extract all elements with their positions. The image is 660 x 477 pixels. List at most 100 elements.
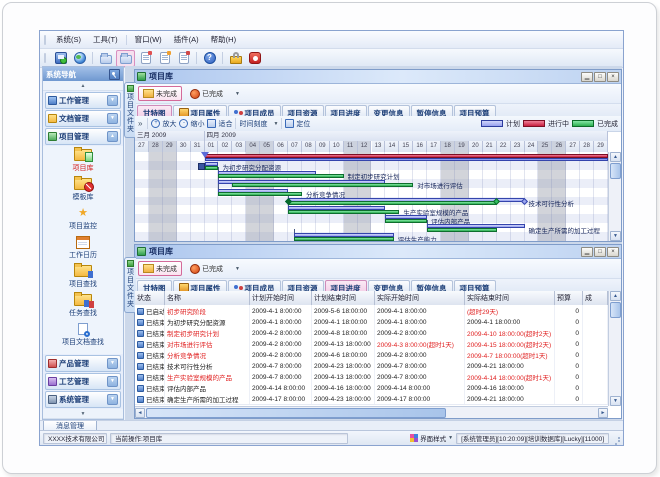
column-header-状态[interactable]: 状态 (135, 291, 165, 305)
table-vscrollbar[interactable]: ▲▼ (608, 291, 621, 406)
pin-icon[interactable] (109, 69, 120, 80)
gantt-bar-actual[interactable] (205, 166, 219, 170)
column-header-计划结束时间[interactable]: 计划结束时间 (312, 291, 375, 305)
gantt-bar-actual[interactable] (218, 192, 301, 196)
gantt-bar-plan[interactable] (205, 158, 608, 161)
sidebar-item-项目监控[interactable]: ★项目监控 (43, 204, 123, 233)
chevron-down-icon[interactable]: ▼ (107, 113, 118, 124)
maximize-button[interactable]: □ (594, 72, 606, 82)
close-button[interactable]: × (607, 247, 619, 257)
sidebar-item-任务查找[interactable]: 任务查找 (43, 291, 123, 320)
gantt-bar-actual[interactable] (288, 201, 497, 205)
sidebar-item-项目查找[interactable]: 项目查找 (43, 262, 123, 291)
menu-item[interactable]: 插件(A) (168, 33, 205, 46)
zoom-in-icon-button[interactable]: +放大 (151, 119, 176, 129)
column-header-实际开始时间[interactable]: 实际开始时间 (375, 291, 465, 305)
sidebar-group-系统管理[interactable]: 系统管理▼ (45, 391, 121, 408)
close-button[interactable]: × (607, 72, 619, 82)
interface-style-label: 界面样式 (420, 433, 446, 443)
column-header-预算[interactable]: 预算 (555, 291, 583, 305)
web-button[interactable] (71, 51, 88, 66)
menu-item[interactable]: 帮助(H) (205, 33, 242, 46)
table-hscrollbar[interactable]: ◄► (135, 406, 608, 418)
overflow-chevron[interactable]: » (138, 119, 142, 128)
sidebar-item-项目文档查找[interactable]: 项目文档查找 (43, 320, 123, 349)
sidebar-item-项目库[interactable]: 项目库 (43, 146, 123, 175)
column-header-实际结束时间[interactable]: 实际结束时间 (465, 291, 555, 305)
sidebar-group-工艺管理[interactable]: 工艺管理▼ (45, 373, 121, 390)
gi-doc-icon (48, 114, 57, 123)
zoom-out-icon-button[interactable]: -缩小 (179, 119, 204, 129)
gantt-bar-actual[interactable] (385, 219, 427, 223)
filter-未完成[interactable]: 未完成 (138, 86, 182, 101)
help-button[interactable]: ? (201, 51, 218, 66)
sidebar-item-模板库[interactable]: 模板库 (43, 175, 123, 204)
sidebar-header[interactable]: 系统导航 (43, 67, 123, 81)
panel-title-bar[interactable]: 项目库▁□× (135, 70, 621, 84)
new-window-button[interactable] (52, 51, 69, 66)
sidebar-item-工作日历[interactable]: 工作日历 (43, 233, 123, 262)
table-row[interactable]: 已结束确定生产所需的加工过程2009-4-17 8:00:002009-4-23… (135, 393, 608, 405)
gantt-bar-actual[interactable] (427, 228, 497, 232)
scroll-thumb[interactable] (610, 163, 621, 179)
filter-已完成[interactable]: 已完成 (185, 86, 228, 101)
button-button[interactable]: 时间刻度▼ (239, 119, 278, 129)
folder-closed-button[interactable] (97, 51, 114, 66)
menu-grip[interactable] (44, 35, 46, 45)
chevron-down-icon[interactable]: ▼ (107, 95, 118, 106)
exit-button[interactable] (246, 51, 263, 66)
menu-item[interactable]: 工具(T) (87, 33, 124, 46)
cell-text: 2009-4-1 18:00:00 (467, 319, 520, 326)
scroll-up-button[interactable]: ▲ (610, 152, 621, 162)
chevron-down-icon[interactable]: ▼ (107, 358, 118, 369)
column-header-名称[interactable]: 名称 (165, 291, 250, 305)
chevron-down-icon[interactable]: ▼ (107, 394, 118, 405)
scroll-down-button[interactable]: ▼ (610, 231, 621, 241)
task-node-icon[interactable] (198, 163, 205, 170)
chevron-down-icon[interactable]: ▼ (107, 376, 118, 387)
maximize-button[interactable]: □ (594, 247, 606, 257)
legend-swatch (523, 120, 545, 127)
resize-grip-icon[interactable] (613, 435, 620, 442)
gantt-bar-actual[interactable] (218, 174, 343, 178)
scroll-thumb[interactable] (610, 302, 621, 318)
gantt-bar-actual[interactable] (288, 210, 399, 214)
doc-new-button[interactable] (137, 51, 154, 66)
fit-icon-button[interactable]: 适合 (207, 119, 232, 129)
doc-edit-button[interactable] (156, 51, 173, 66)
scroll-thumb[interactable] (146, 408, 446, 418)
menu-item[interactable]: 系统(S) (50, 33, 87, 46)
filter-已完成[interactable]: 已完成 (185, 261, 228, 276)
chevron-down-icon[interactable]: ▼ (235, 266, 240, 272)
minimize-button[interactable]: ▁ (581, 247, 593, 257)
filter-未完成[interactable]: 未完成 (138, 261, 182, 276)
gantt-vscrollbar[interactable]: ▲▼ (608, 152, 621, 241)
project-find-icon-wrap (74, 264, 92, 278)
sidebar-scroll-up[interactable]: ▲ (43, 81, 123, 91)
toolbar-grip[interactable] (44, 53, 46, 63)
panel-title-bar[interactable]: 项目库▁□× (135, 245, 621, 259)
sidebar-group-文档管理[interactable]: 文档管理▼ (45, 110, 121, 127)
gantt-bar-actual[interactable] (232, 183, 413, 187)
gantt-bar-actual[interactable] (294, 237, 394, 241)
scroll-up-button[interactable]: ▲ (610, 291, 621, 301)
doc-delete-button[interactable] (175, 51, 192, 66)
scroll-left-button[interactable]: ◄ (135, 408, 145, 418)
sidebar-scroll-down[interactable]: ▼ (43, 409, 123, 419)
sidebar-group-工作管理[interactable]: 工作管理▼ (45, 92, 121, 109)
chevron-down-icon[interactable]: ▼ (235, 91, 240, 97)
folder-open-button[interactable] (116, 50, 135, 67)
gantt-bar-inprogress[interactable] (205, 154, 608, 158)
sidebar-group-项目管理[interactable]: 项目管理▲ (45, 128, 121, 145)
lock-button[interactable] (227, 51, 244, 66)
scroll-down-button[interactable]: ▼ (610, 396, 621, 406)
chevron-up-icon[interactable]: ▲ (107, 131, 118, 142)
column-header-成[interactable]: 成 (583, 291, 608, 305)
interface-style-button[interactable]: 界面样式 ▼ (410, 433, 453, 443)
scroll-right-button[interactable]: ► (598, 408, 608, 418)
locate-icon-button[interactable]: 定位 (285, 119, 310, 129)
sidebar-group-产品管理[interactable]: 产品管理▼ (45, 355, 121, 372)
column-header-计划开始时间[interactable]: 计划开始时间 (250, 291, 312, 305)
minimize-button[interactable]: ▁ (581, 72, 593, 82)
menu-item[interactable]: 窗口(W) (129, 33, 168, 46)
